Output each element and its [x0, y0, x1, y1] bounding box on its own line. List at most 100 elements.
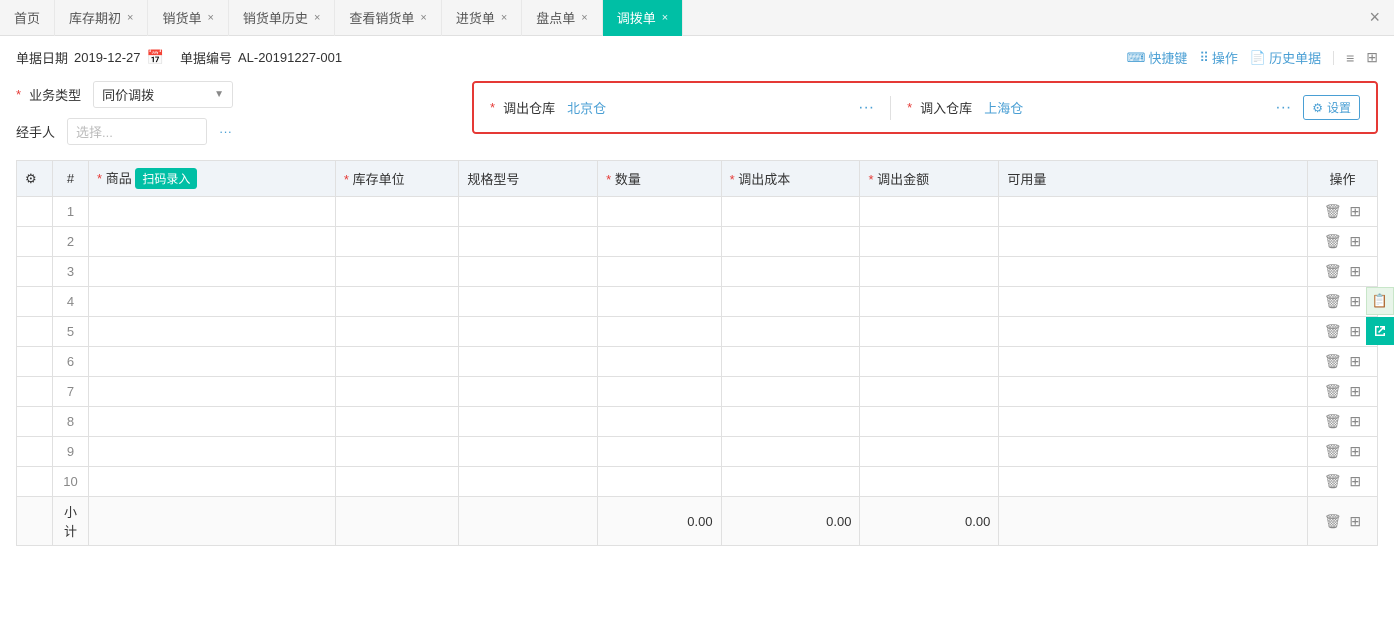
- row-out-cost-cell[interactable]: [721, 347, 860, 377]
- row-out-amount-cell[interactable]: [860, 197, 999, 227]
- out-warehouse-value[interactable]: 北京仓: [567, 98, 606, 117]
- row-out-cost-cell[interactable]: [721, 437, 860, 467]
- calendar-icon[interactable]: 📅: [147, 49, 164, 66]
- row-spec-cell[interactable]: [459, 347, 598, 377]
- row-spec-cell[interactable]: [459, 287, 598, 317]
- row-copy-icon[interactable]: ⊞: [1349, 323, 1361, 339]
- row-out-amount-cell[interactable]: [860, 257, 999, 287]
- row-goods-cell[interactable]: [89, 317, 336, 347]
- sidebar-link-icon[interactable]: [1366, 317, 1394, 345]
- row-delete-icon[interactable]: 🗑: [1324, 353, 1342, 369]
- row-unit-cell[interactable]: [335, 317, 458, 347]
- col-gear[interactable]: ⚙: [17, 161, 53, 197]
- row-qty-cell[interactable]: [598, 467, 721, 497]
- row-out-amount-cell[interactable]: [860, 287, 999, 317]
- history-btn[interactable]: 📄 历史单据: [1250, 48, 1321, 67]
- handler-input[interactable]: 选择...: [67, 118, 207, 145]
- row-copy-icon[interactable]: ⊞: [1349, 233, 1361, 249]
- row-goods-cell[interactable]: [89, 437, 336, 467]
- layout-icon-2[interactable]: ⊞: [1366, 49, 1378, 66]
- row-qty-cell[interactable]: [598, 317, 721, 347]
- row-goods-cell[interactable]: [89, 257, 336, 287]
- in-warehouse-more[interactable]: ···: [1275, 99, 1291, 117]
- tab-view-sales[interactable]: 查看销货单 ×: [335, 0, 441, 36]
- row-qty-cell[interactable]: [598, 227, 721, 257]
- row-copy-icon[interactable]: ⊞: [1349, 293, 1361, 309]
- layout-icon-1[interactable]: ≡: [1346, 50, 1354, 66]
- row-copy-icon[interactable]: ⊞: [1349, 353, 1361, 369]
- row-qty-cell[interactable]: [598, 197, 721, 227]
- row-goods-cell[interactable]: [89, 347, 336, 377]
- row-spec-cell[interactable]: [459, 317, 598, 347]
- tab-sales-history-close[interactable]: ×: [314, 12, 320, 24]
- shortcuts-btn[interactable]: ⌨ 快捷键: [1127, 48, 1188, 67]
- subtotal-delete-icon[interactable]: 🗑: [1324, 513, 1342, 529]
- row-goods-cell[interactable]: [89, 287, 336, 317]
- row-delete-icon[interactable]: 🗑: [1324, 473, 1342, 489]
- row-spec-cell[interactable]: [459, 197, 598, 227]
- row-qty-cell[interactable]: [598, 407, 721, 437]
- row-out-cost-cell[interactable]: [721, 377, 860, 407]
- row-qty-cell[interactable]: [598, 287, 721, 317]
- row-unit-cell[interactable]: [335, 437, 458, 467]
- row-out-cost-cell[interactable]: [721, 197, 860, 227]
- row-unit-cell[interactable]: [335, 407, 458, 437]
- row-qty-cell[interactable]: [598, 377, 721, 407]
- row-spec-cell[interactable]: [459, 257, 598, 287]
- row-unit-cell[interactable]: [335, 467, 458, 497]
- close-all-tabs[interactable]: ×: [1355, 7, 1394, 28]
- row-out-amount-cell[interactable]: [860, 407, 999, 437]
- row-out-cost-cell[interactable]: [721, 407, 860, 437]
- row-goods-cell[interactable]: [89, 377, 336, 407]
- row-spec-cell[interactable]: [459, 467, 598, 497]
- row-out-amount-cell[interactable]: [860, 317, 999, 347]
- row-spec-cell[interactable]: [459, 437, 598, 467]
- row-out-amount-cell[interactable]: [860, 227, 999, 257]
- row-spec-cell[interactable]: [459, 377, 598, 407]
- tab-inventory-check-close[interactable]: ×: [581, 12, 587, 24]
- row-copy-icon[interactable]: ⊞: [1349, 443, 1361, 459]
- row-goods-cell[interactable]: [89, 227, 336, 257]
- row-unit-cell[interactable]: [335, 347, 458, 377]
- row-delete-icon[interactable]: 🗑: [1324, 233, 1342, 249]
- handler-more-btn[interactable]: ···: [219, 124, 232, 139]
- row-goods-cell[interactable]: [89, 467, 336, 497]
- tab-view-sales-close[interactable]: ×: [420, 12, 426, 24]
- settings-btn[interactable]: ⚙ 设置: [1303, 95, 1360, 120]
- row-unit-cell[interactable]: [335, 197, 458, 227]
- row-qty-cell[interactable]: [598, 347, 721, 377]
- row-unit-cell[interactable]: [335, 287, 458, 317]
- row-out-amount-cell[interactable]: [860, 437, 999, 467]
- tab-inventory-init-close[interactable]: ×: [127, 12, 133, 24]
- operations-btn[interactable]: ⠿ 操作: [1199, 48, 1238, 67]
- tab-inventory-init[interactable]: 库存期初 ×: [55, 0, 148, 36]
- row-out-cost-cell[interactable]: [721, 257, 860, 287]
- row-delete-icon[interactable]: 🗑: [1324, 203, 1342, 219]
- row-delete-icon[interactable]: 🗑: [1324, 383, 1342, 399]
- tab-transfer[interactable]: 调拨单 ×: [603, 0, 683, 36]
- row-delete-icon[interactable]: 🗑: [1324, 443, 1342, 459]
- row-copy-icon[interactable]: ⊞: [1349, 383, 1361, 399]
- row-goods-cell[interactable]: [89, 407, 336, 437]
- scan-button[interactable]: 扫码录入: [135, 168, 197, 189]
- row-out-cost-cell[interactable]: [721, 467, 860, 497]
- business-type-select[interactable]: 同价调拨 ▼: [93, 81, 233, 108]
- sidebar-doc-icon[interactable]: 📋: [1366, 287, 1394, 315]
- tab-purchase[interactable]: 进货单 ×: [442, 0, 522, 36]
- in-warehouse-value[interactable]: 上海仓: [984, 98, 1023, 117]
- row-delete-icon[interactable]: 🗑: [1324, 293, 1342, 309]
- row-out-amount-cell[interactable]: [860, 377, 999, 407]
- row-qty-cell[interactable]: [598, 257, 721, 287]
- row-spec-cell[interactable]: [459, 227, 598, 257]
- tab-inventory-check[interactable]: 盘点单 ×: [522, 0, 602, 36]
- row-out-cost-cell[interactable]: [721, 287, 860, 317]
- row-copy-icon[interactable]: ⊞: [1349, 263, 1361, 279]
- tab-sales-order[interactable]: 销货单 ×: [148, 0, 228, 36]
- row-out-cost-cell[interactable]: [721, 317, 860, 347]
- row-delete-icon[interactable]: 🗑: [1324, 263, 1342, 279]
- tab-sales-history[interactable]: 销货单历史 ×: [229, 0, 335, 36]
- row-out-amount-cell[interactable]: [860, 467, 999, 497]
- tab-purchase-close[interactable]: ×: [501, 12, 507, 24]
- tab-sales-order-close[interactable]: ×: [207, 12, 213, 24]
- row-copy-icon[interactable]: ⊞: [1349, 413, 1361, 429]
